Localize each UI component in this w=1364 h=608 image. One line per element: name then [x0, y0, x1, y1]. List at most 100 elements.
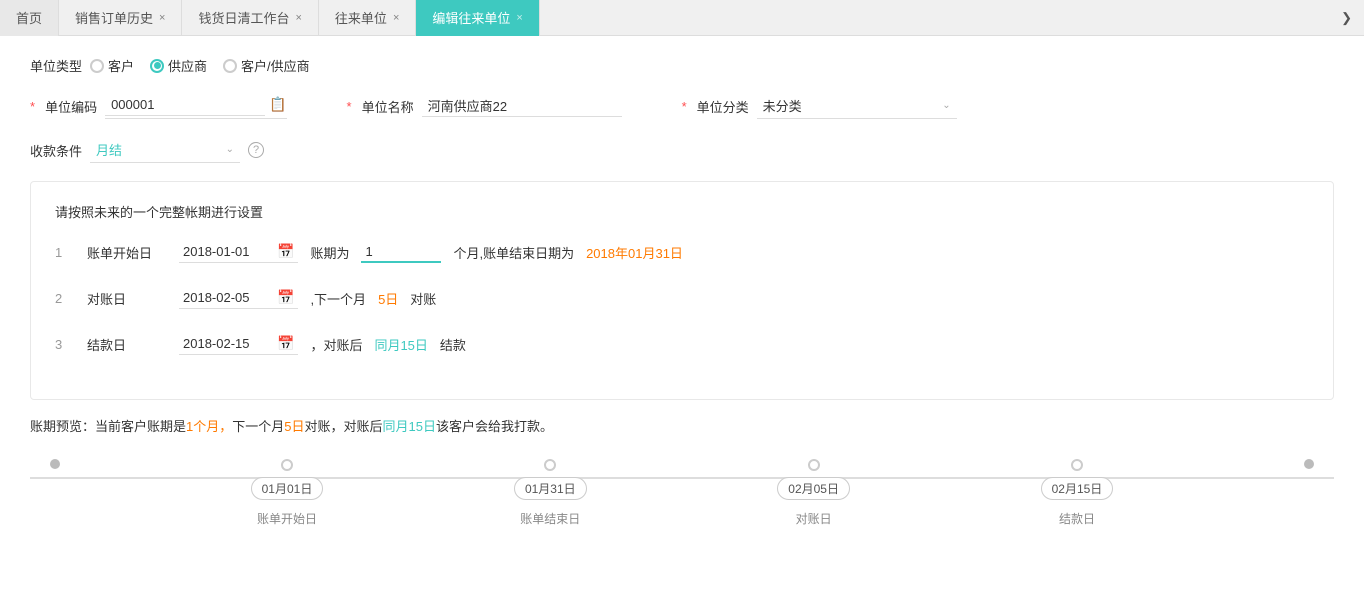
unit-category-star: *: [682, 99, 687, 114]
row-3-suffix-highlight: 同月15日: [374, 335, 427, 354]
row-1-label: 账单开始日: [87, 243, 167, 262]
tab-edit-partner-close[interactable]: ×: [516, 12, 522, 24]
unit-category-group: * 单位分类 未分类 ⌄: [682, 93, 957, 119]
row-3-date-input[interactable]: [183, 336, 273, 351]
row-1-num: 1: [55, 245, 75, 260]
radio-group: 客户 供应商 客户/供应商: [90, 56, 310, 75]
row-2-date-wrap: 📅: [179, 287, 298, 309]
row-2-num: 2: [55, 291, 75, 306]
row-1-calendar-icon[interactable]: 📅: [277, 243, 294, 260]
radio-both[interactable]: 客户/供应商: [223, 56, 310, 75]
unit-code-label: 单位编码: [45, 97, 97, 116]
unit-code-group: * 单位编码 📋: [30, 94, 287, 119]
timeline-node-3-circle: [1071, 459, 1083, 471]
timeline-node-1-badge: 01月31日: [514, 477, 587, 500]
payment-terms-row: 收款条件 月结 ⌄ ?: [30, 137, 1334, 163]
radio-supplier-label: 供应商: [168, 56, 207, 75]
tab-edit-partner-label: 编辑往来单位: [432, 8, 510, 27]
setting-row-3: 3 结款日 📅 ，对账后同月15日结款: [55, 333, 1309, 355]
preview-suffix: 该客户会给我打款。: [436, 419, 553, 434]
unit-category-arrow-icon: ⌄: [942, 100, 950, 111]
timeline-nodes: 01月01日 账单开始日 01月31日 账单结束日 02月05日 对账日 02月…: [50, 459, 1314, 527]
row-2-date-input[interactable]: [183, 290, 273, 305]
tab-edit-partner[interactable]: 编辑往来单位 ×: [416, 0, 539, 36]
timeline-node-0-desc: 账单开始日: [257, 510, 317, 527]
tab-partner-close[interactable]: ×: [393, 12, 399, 24]
main-content: 单位类型 客户 供应商 客户/供应商 * 单位编码: [0, 36, 1364, 608]
timeline-node-1-desc: 账单结束日: [520, 510, 580, 527]
payment-terms-label: 收款条件: [30, 141, 82, 160]
row-3-suffix-before: ，对账后: [310, 335, 362, 354]
unit-type-group: 单位类型 客户 供应商 客户/供应商: [30, 56, 310, 75]
timeline-node-0-badge: 01月01日: [251, 477, 324, 500]
preview-part3-highlight: 同月15日: [383, 419, 436, 434]
payment-terms-help-icon[interactable]: ?: [248, 142, 264, 158]
setting-row-1: 1 账单开始日 📅 账期为 个月,账单结束日期为 2018年01月31日: [55, 241, 1309, 263]
tab-partner[interactable]: 往来单位 ×: [319, 0, 416, 36]
preview-part2-before: 下一个月: [232, 419, 284, 434]
row-1-date-wrap: 📅: [179, 241, 298, 263]
timeline-node-0: 01月01日 账单开始日: [251, 459, 324, 527]
preview-prefix: 账期预览：当前客户账期是: [30, 419, 186, 434]
unit-code-input[interactable]: [105, 94, 265, 116]
unit-code-star: *: [30, 99, 35, 114]
unit-category-dropdown[interactable]: 未分类 ⌄: [757, 93, 957, 119]
tab-sales-order-label: 销售订单历史: [75, 8, 153, 27]
payment-terms-arrow-icon: ⌄: [226, 144, 234, 155]
row-2-suffix-before: ,下一个月: [310, 289, 366, 308]
unit-code-copy-icon[interactable]: 📋: [269, 96, 286, 113]
row-1-suffix: 个月,账单结束日期为: [453, 243, 574, 262]
radio-both-circle: [223, 59, 237, 73]
row-2-label: 对账日: [87, 289, 167, 308]
tab-more-button[interactable]: ❯: [1329, 0, 1364, 36]
row-3-calendar-icon[interactable]: 📅: [277, 335, 294, 352]
row-1-end-date: 2018年01月31日: [586, 243, 683, 262]
payment-terms-value: 月结: [96, 140, 226, 159]
payment-terms-group: 收款条件 月结 ⌄ ?: [30, 137, 264, 163]
timeline-node-0-circle: [281, 459, 293, 471]
tab-home-label: 首页: [16, 8, 42, 27]
unit-type-label: 单位类型: [30, 56, 82, 75]
settings-box: 请按照未来的一个完整帐期进行设置 1 账单开始日 📅 账期为 个月,账单结束日期…: [30, 181, 1334, 400]
tab-sales-order[interactable]: 销售订单历史 ×: [59, 0, 182, 36]
preview-text: 账期预览：当前客户账期是1个月，下一个月5日对账，对账后同月15日该客户会给我打…: [30, 416, 1334, 435]
row-3-label: 结款日: [87, 335, 167, 354]
timeline-node-1: 01月31日 账单结束日: [514, 459, 587, 527]
tab-cash-work-close[interactable]: ×: [295, 12, 301, 24]
row-2-suffix-highlight: 5日: [378, 289, 398, 308]
period-input[interactable]: [361, 242, 441, 263]
radio-both-label: 客户/供应商: [241, 56, 310, 75]
timeline-node-2-badge: 02月05日: [777, 477, 850, 500]
unit-code-input-wrap: 📋: [105, 94, 286, 119]
tab-partner-label: 往来单位: [335, 8, 387, 27]
unit-details-row: * 单位编码 📋 * 单位名称 * 单位分类 未分类 ⌄: [30, 93, 1334, 119]
unit-type-row: 单位类型 客户 供应商 客户/供应商: [30, 56, 1334, 75]
radio-customer[interactable]: 客户: [90, 56, 134, 75]
preview-part2-after: 对账，对账后: [305, 419, 383, 434]
unit-category-value: 未分类: [763, 96, 943, 115]
payment-terms-dropdown[interactable]: 月结 ⌄: [90, 137, 240, 163]
row-2-suffix-after: 对账: [410, 289, 436, 308]
timeline-node-2-circle: [808, 459, 820, 471]
timeline-right-dot: [1304, 459, 1314, 469]
row-3-num: 3: [55, 337, 75, 352]
unit-name-star: *: [347, 99, 352, 114]
unit-name-input[interactable]: [422, 95, 622, 117]
row-1-mid-text: 账期为: [310, 243, 349, 262]
setting-row-2: 2 对账日 📅 ,下一个月 5日对账: [55, 287, 1309, 309]
radio-customer-label: 客户: [108, 56, 134, 75]
tab-sales-order-close[interactable]: ×: [159, 12, 165, 24]
tab-cash-work[interactable]: 钱货日清工作台 ×: [182, 0, 318, 36]
timeline-node-1-circle: [544, 459, 556, 471]
timeline-node-3-desc: 结款日: [1059, 510, 1095, 527]
preview-part2-highlight: 5日: [284, 419, 304, 434]
tab-bar: 首页 销售订单历史 × 钱货日清工作台 × 往来单位 × 编辑往来单位 × ❯: [0, 0, 1364, 36]
row-3-date-wrap: 📅: [179, 333, 298, 355]
tab-home[interactable]: 首页: [0, 0, 59, 36]
row-1-date-input[interactable]: [183, 244, 273, 259]
timeline-node-3: 02月15日 结款日: [1041, 459, 1114, 527]
timeline-right-end: [1304, 459, 1314, 527]
radio-supplier[interactable]: 供应商: [150, 56, 207, 75]
row-2-calendar-icon[interactable]: 📅: [277, 289, 294, 306]
radio-supplier-circle: [150, 59, 164, 73]
